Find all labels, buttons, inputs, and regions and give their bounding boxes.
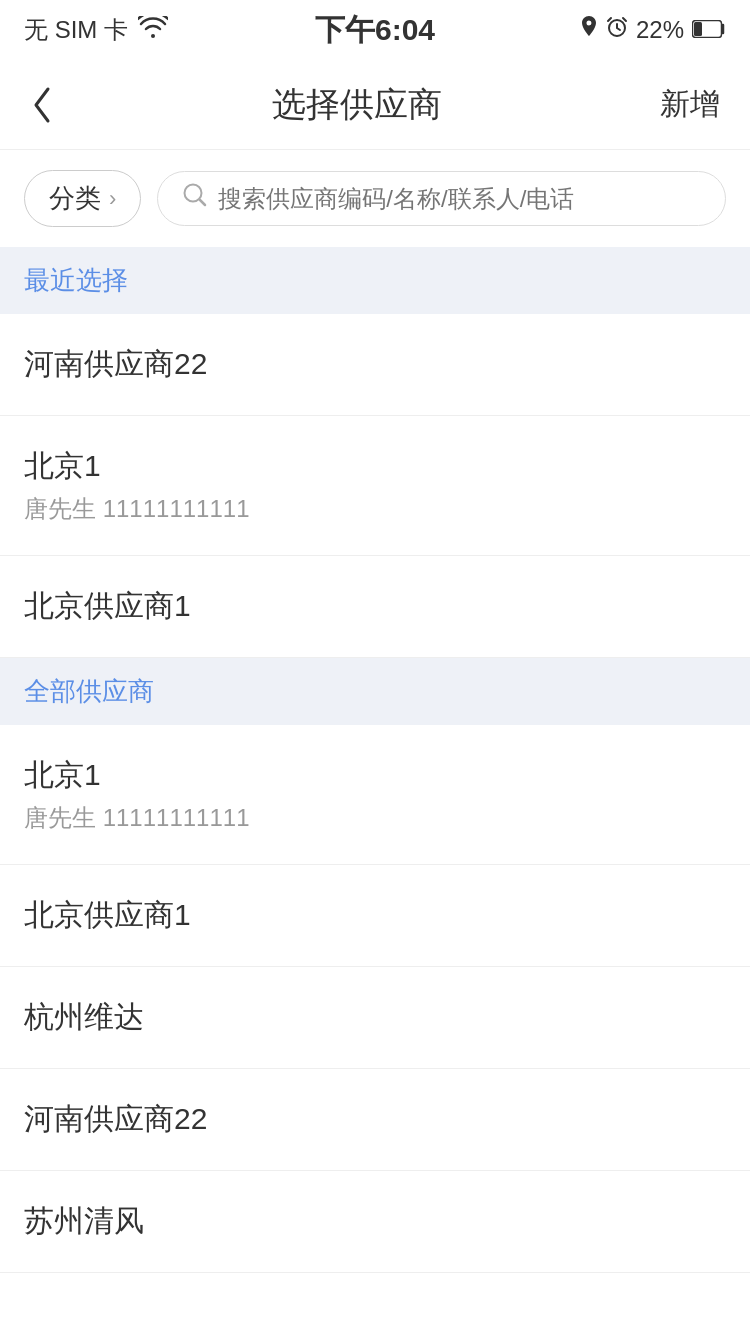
back-button[interactable] [30,85,54,125]
alarm-icon [606,16,628,44]
search-input[interactable] [218,185,701,213]
item-name: 北京供应商1 [24,586,726,627]
status-right: 22% [580,16,726,44]
list-item[interactable]: 北京供应商1 [0,556,750,658]
list-item[interactable]: 北京1 唐先生 11111111111 [0,725,750,865]
chevron-right-icon: › [109,186,116,212]
page-title: 选择供应商 [272,82,442,128]
add-button[interactable]: 新增 [660,84,720,125]
category-button[interactable]: 分类 › [24,170,141,227]
item-name: 河南供应商22 [24,1099,726,1140]
filter-bar: 分类 › [0,150,750,247]
list-item[interactable]: 苏州清风 [0,1171,750,1273]
battery-icon [692,16,726,44]
all-list: 北京1 唐先生 11111111111 北京供应商1 杭州维达 河南供应商22 … [0,725,750,1273]
search-icon [182,182,208,215]
item-name: 苏州清风 [24,1201,726,1242]
list-item[interactable]: 杭州维达 [0,967,750,1069]
all-section-header: 全部供应商 [0,658,750,725]
item-detail: 唐先生 11111111111 [24,493,726,525]
search-box[interactable] [157,171,726,226]
navigation-bar: 选择供应商 新增 [0,60,750,150]
item-name: 北京1 [24,755,726,796]
item-detail: 唐先生 11111111111 [24,802,726,834]
item-name: 北京1 [24,446,726,487]
status-bar: 无 SIM 卡 下午6:04 22% [0,0,750,60]
no-sim-text: 无 SIM 卡 [24,14,128,46]
list-item[interactable]: 北京供应商1 [0,865,750,967]
item-name: 北京供应商1 [24,895,726,936]
svg-point-3 [185,185,202,202]
item-name: 杭州维达 [24,997,726,1038]
wifi-icon [138,16,168,44]
recent-list: 河南供应商22 北京1 唐先生 11111111111 北京供应商1 [0,314,750,658]
status-left: 无 SIM 卡 [24,14,168,46]
location-icon [580,16,598,44]
recent-section-header: 最近选择 [0,247,750,314]
status-time: 下午6:04 [315,10,435,51]
battery-text: 22% [636,16,684,44]
item-name: 河南供应商22 [24,344,726,385]
svg-rect-2 [694,22,702,36]
category-label: 分类 [49,181,101,216]
list-item[interactable]: 河南供应商22 [0,1069,750,1171]
list-item[interactable]: 北京1 唐先生 11111111111 [0,416,750,556]
list-item[interactable]: 河南供应商22 [0,314,750,416]
